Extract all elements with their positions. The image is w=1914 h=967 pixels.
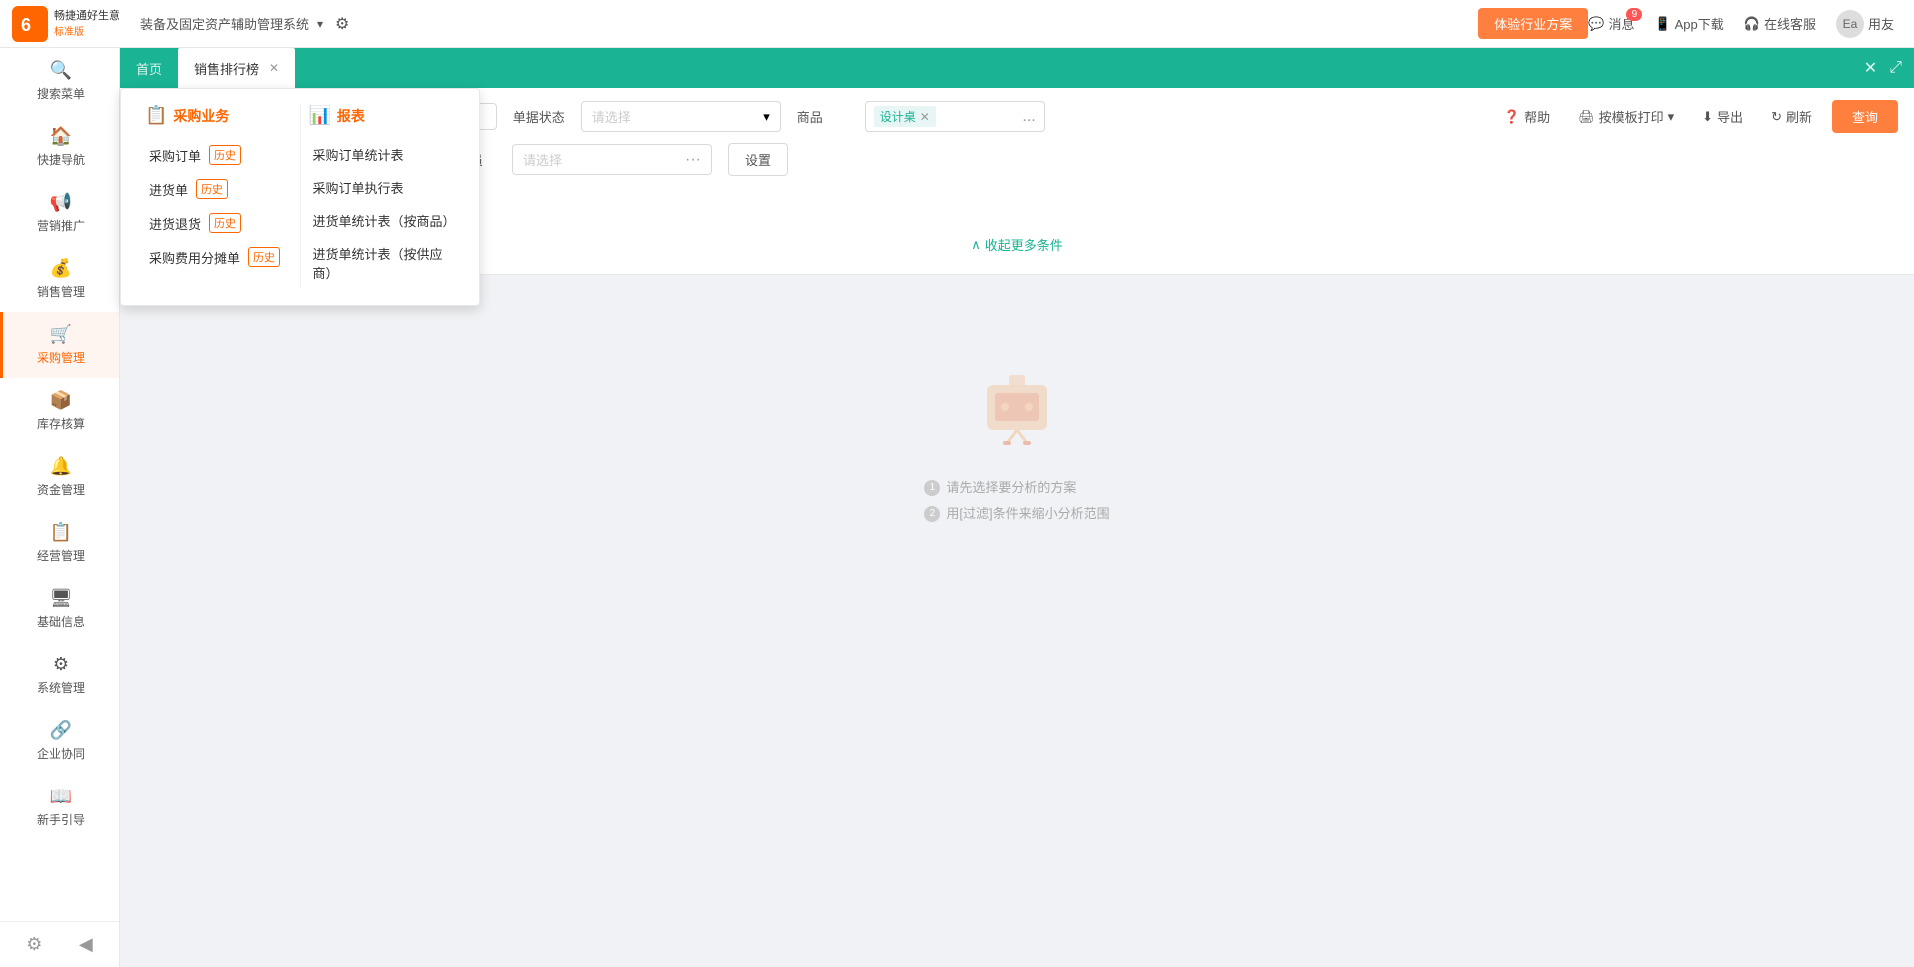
user-menu[interactable]: Ea 用友 xyxy=(1836,10,1894,38)
tab-close-icon[interactable]: ✕ xyxy=(269,61,279,75)
app-download-btn[interactable]: 📱 App下载 xyxy=(1654,14,1723,33)
refresh-icon: ↻ xyxy=(1771,109,1782,125)
menu-item-purchase-order[interactable]: 采购订单 历史 xyxy=(145,138,292,172)
salesperson-select[interactable]: 请选择 ··· xyxy=(512,144,712,175)
sidebar-collapse-btn[interactable]: ◀ xyxy=(79,934,93,955)
settings-icon[interactable]: ⚙ xyxy=(335,14,349,34)
purchase-col: 📋 采购业务 采购订单 历史 进货单 历史 进货退货 历史 采购费用分摊单 历史 xyxy=(137,105,300,289)
menu-item-inbound-stat-goods[interactable]: 进货单统计表（按商品） xyxy=(309,204,456,237)
sidebar-item-purchase[interactable]: 🛒 采购管理 xyxy=(0,312,119,378)
sidebar-item-quick[interactable]: 🏠 快捷导航 xyxy=(0,114,119,180)
goods-dots[interactable]: ... xyxy=(1022,108,1035,126)
empty-illustration xyxy=(967,355,1067,455)
topbar-title: 装备及固定资产辅助管理系统 ▾ ⚙ xyxy=(140,14,1466,34)
sidebar-item-enterprise[interactable]: 🔗 企业协同 xyxy=(0,708,119,774)
empty-tips: 1 请先选择要分析的方案 2 用[过滤]条件来缩小分析范围 xyxy=(924,475,1109,527)
logo-icon: 6 xyxy=(12,6,48,42)
avatar: Ea xyxy=(1836,10,1864,38)
sidebar-item-operations[interactable]: 📋 经营管理 xyxy=(0,510,119,576)
help-icon: ❓ xyxy=(1504,109,1520,125)
menu-item-po-stat[interactable]: 采购订单统计表 xyxy=(309,138,456,171)
empty-tip-2: 2 用[过滤]条件来缩小分析范围 xyxy=(924,501,1109,527)
print-btn[interactable]: 🖨 按模板打印 ▾ xyxy=(1570,103,1682,130)
purchase-menu-icon: 📋 xyxy=(145,105,167,126)
purchase-dropdown-menu: 📋 采购业务 采购订单 历史 进货单 历史 进货退货 历史 采购费用分摊单 历史 xyxy=(120,88,480,306)
settings-button[interactable]: 设置 xyxy=(728,143,788,176)
phone-icon: 📱 xyxy=(1654,16,1670,32)
tab-home[interactable]: 首页 xyxy=(120,48,178,88)
sidebar-item-basic[interactable]: 🖥 基础信息 xyxy=(0,576,119,642)
tab-right-icons: ✕ ⤢ xyxy=(1864,58,1914,78)
tabbar: 首页 销售排行榜 ✕ ✕ ⤢ xyxy=(120,48,1914,88)
close-window-icon[interactable]: ✕ xyxy=(1864,58,1877,78)
doc-status-group: 单据状态 请选择 ▾ xyxy=(513,101,781,132)
goods-group: 商品 设计桌 ✕ ... xyxy=(797,101,1045,132)
topbar: 6 畅捷通好生意 标准版 装备及固定资产辅助管理系统 ▾ ⚙ 体验行业方案 💬 … xyxy=(0,0,1914,48)
doc-status-select[interactable]: 请选择 ▾ xyxy=(581,101,781,132)
svg-text:6: 6 xyxy=(21,15,31,35)
sidebar-item-system[interactable]: ⚙ 系统管理 xyxy=(0,642,119,708)
tab-sales-rank[interactable]: 销售排行榜 ✕ xyxy=(178,48,295,88)
export-icon: ⬇ xyxy=(1702,109,1713,125)
title-chevron-icon[interactable]: ▾ xyxy=(317,17,323,31)
search-icon: 🔍 xyxy=(50,60,72,81)
goods-tag: 设计桌 ✕ xyxy=(874,106,936,127)
sidebar-item-finance[interactable]: 🔔 资金管理 xyxy=(0,444,119,510)
sidebar-item-marketing[interactable]: 📢 营销推广 xyxy=(0,180,119,246)
home-icon: 🏠 xyxy=(50,126,72,147)
toolbar-right: ❓ 帮助 🖨 按模板打印 ▾ ⬇ 导出 ↻ 刷新 查询 xyxy=(1496,100,1898,133)
system-icon: ⚙ xyxy=(53,654,69,675)
maximize-icon[interactable]: ⤢ xyxy=(1889,59,1902,77)
export-btn[interactable]: ⬇ 导出 xyxy=(1694,103,1751,130)
report-col-title: 📊 报表 xyxy=(309,105,456,126)
goods-select[interactable]: 设计桌 ✕ ... xyxy=(865,101,1045,132)
empty-tip-1: 1 请先选择要分析的方案 xyxy=(924,475,1109,501)
inventory-icon: 📦 xyxy=(50,390,72,411)
sidebar-settings-btn[interactable]: ⚙ xyxy=(26,934,42,955)
menu-item-purchase-expense[interactable]: 采购费用分摊单 历史 xyxy=(145,240,292,274)
logo: 6 畅捷通好生意 标准版 xyxy=(12,6,132,42)
sidebar-item-guide[interactable]: 📖 新手引导 xyxy=(0,774,119,840)
marketing-icon: 📢 xyxy=(50,192,72,213)
menu-item-inbound-return[interactable]: 进货退货 历史 xyxy=(145,206,292,240)
operations-icon: 📋 xyxy=(50,522,72,543)
menu-item-po-exec[interactable]: 采购订单执行表 xyxy=(309,171,456,204)
purchase-col-title: 📋 采购业务 xyxy=(145,105,292,126)
report-col: 📊 报表 采购订单统计表 采购订单执行表 进货单统计表（按商品） 进货单统计表（… xyxy=(300,105,464,289)
help-btn[interactable]: ❓ 帮助 xyxy=(1496,103,1558,130)
sidebar: 🔍 搜索菜单 🏠 快捷导航 📢 营销推广 💰 销售管理 🛒 采购管理 📦 库存核… xyxy=(0,48,120,967)
refresh-btn[interactable]: ↻ 刷新 xyxy=(1763,103,1820,130)
print-chevron-icon[interactable]: ▾ xyxy=(1668,109,1675,125)
purchase-icon: 🛒 xyxy=(50,324,72,345)
sales-icon: 💰 xyxy=(50,258,72,279)
report-menu-icon: 📊 xyxy=(309,105,331,126)
empty-state: 1 请先选择要分析的方案 2 用[过滤]条件来缩小分析范围 xyxy=(120,275,1914,607)
salesperson-dots[interactable]: ··· xyxy=(685,151,701,169)
logo-text: 畅捷通好生意 标准版 xyxy=(54,9,120,38)
goods-tag-remove[interactable]: ✕ xyxy=(920,110,930,124)
finance-icon: 🔔 xyxy=(50,456,72,477)
chevron-up-icon: ∧ xyxy=(971,237,981,253)
sidebar-footer: ⚙ ◀ xyxy=(0,921,119,967)
message-icon: 💬 xyxy=(1588,16,1604,32)
menu-item-inbound-stat-supplier[interactable]: 进货单统计表（按供应商） xyxy=(309,237,456,289)
chevron-down-icon: ▾ xyxy=(763,109,770,125)
guide-icon: 📖 xyxy=(50,786,72,807)
sidebar-item-inventory[interactable]: 📦 库存核算 xyxy=(0,378,119,444)
headset-icon: 🎧 xyxy=(1744,16,1760,32)
message-btn[interactable]: 💬 消息 9 xyxy=(1588,14,1634,33)
enterprise-icon: 🔗 xyxy=(50,720,72,741)
query-button[interactable]: 查询 xyxy=(1832,100,1898,133)
basic-icon: 🖥 xyxy=(50,588,73,609)
menu-item-inbound[interactable]: 进货单 历史 xyxy=(145,172,292,206)
sidebar-item-sales[interactable]: 💰 销售管理 xyxy=(0,246,119,312)
print-icon: 🖨 xyxy=(1578,109,1595,125)
toolbar-right-2: 设置 xyxy=(728,143,1898,176)
menu-columns: 📋 采购业务 采购订单 历史 进货单 历史 进货退货 历史 采购费用分摊单 历史 xyxy=(137,105,463,289)
online-service-btn[interactable]: 🎧 在线客服 xyxy=(1744,14,1816,33)
industry-btn[interactable]: 体验行业方案 xyxy=(1478,8,1588,39)
topbar-right: 💬 消息 9 📱 App下载 🎧 在线客服 Ea 用友 xyxy=(1588,10,1894,38)
salesperson-group: 业务员 请选择 ··· xyxy=(444,144,712,175)
sidebar-item-search[interactable]: 🔍 搜索菜单 xyxy=(0,48,119,114)
